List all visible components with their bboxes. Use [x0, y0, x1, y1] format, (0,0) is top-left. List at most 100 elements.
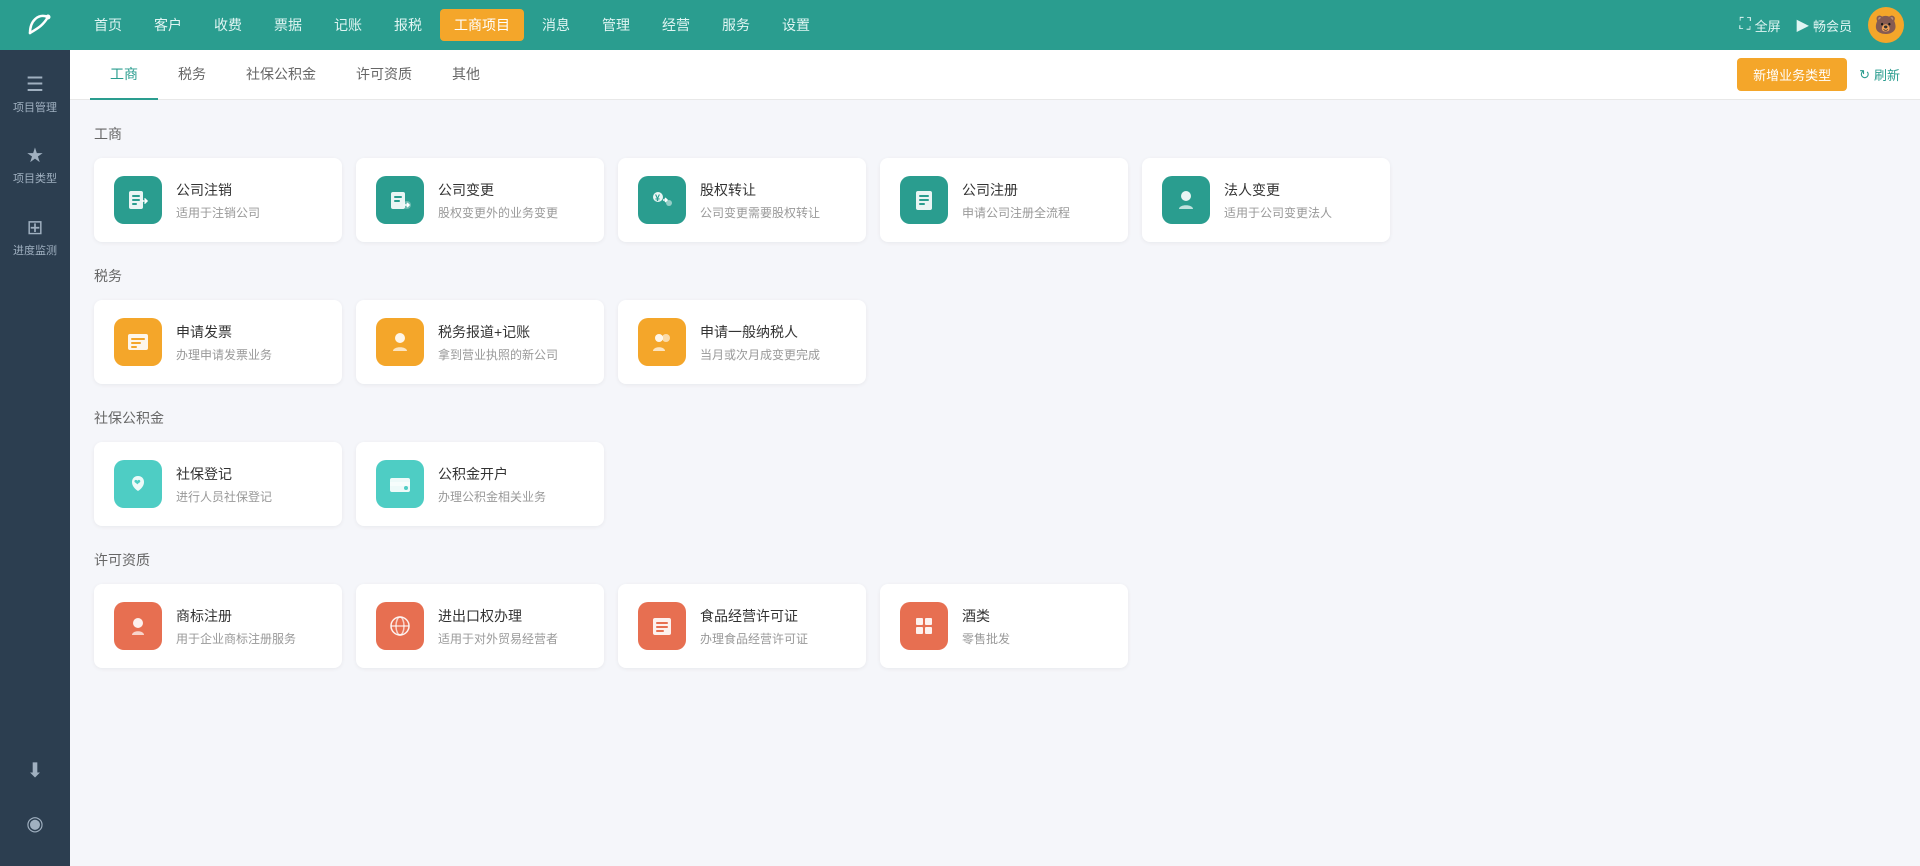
tab-other[interactable]: 其他	[432, 50, 500, 100]
tax-accounting-text: 税务报道+记账 拿到营业执照的新公司	[438, 322, 558, 363]
alcohol-text: 酒类 零售批发	[962, 606, 1010, 647]
invoice-apply-title: 申请发票	[176, 322, 272, 342]
tax-accounting-desc: 拿到营业执照的新公司	[438, 346, 558, 363]
nav-business[interactable]: 工商项目	[440, 9, 524, 41]
main-layout: ☰ 项目管理 ★ 项目类型 ⊞ 进度监测 ⬇ ◉ 工商 税务 社保公积金 许可资…	[0, 50, 1920, 866]
section-title-tax: 税务	[94, 266, 1896, 286]
trademark-title: 商标注册	[176, 606, 296, 626]
logo[interactable]	[16, 3, 60, 47]
tab-tax[interactable]: 税务	[158, 50, 226, 100]
company-change-title: 公司变更	[438, 180, 558, 200]
nav-invoice[interactable]: 票据	[260, 9, 316, 41]
company-change-text: 公司变更 股权变更外的业务变更	[438, 180, 558, 221]
nav-fee[interactable]: 收费	[200, 9, 256, 41]
card-invoice-apply[interactable]: 申请发票 办理申请发票业务	[94, 300, 342, 384]
fullscreen-button[interactable]: ⛶ 全屏	[1739, 16, 1780, 35]
company-cancel-icon	[114, 176, 162, 224]
nav-service[interactable]: 服务	[708, 9, 764, 41]
refresh-button[interactable]: ↻ 刷新	[1859, 65, 1900, 84]
add-type-button[interactable]: 新增业务类型	[1737, 58, 1847, 91]
vip-button[interactable]: ▶ 畅会员	[1797, 15, 1852, 35]
legal-person-change-desc: 适用于公司变更法人	[1224, 204, 1332, 221]
legal-person-change-icon	[1162, 176, 1210, 224]
vip-label: 畅会员	[1813, 16, 1852, 35]
nav-settings[interactable]: 设置	[768, 9, 824, 41]
card-general-taxpayer[interactable]: 申请一般纳税人 当月或次月成变更完成	[618, 300, 866, 384]
social-register-text: 社保登记 进行人员社保登记	[176, 464, 272, 505]
card-trademark[interactable]: 商标注册 用于企业商标注册服务	[94, 584, 342, 668]
food-license-title: 食品经营许可证	[700, 606, 808, 626]
section-qualification: 许可资质 商标注册 用于企业商标注册服务	[94, 550, 1896, 668]
general-taxpayer-icon	[638, 318, 686, 366]
refresh-icon: ↻	[1859, 67, 1870, 83]
nav-right: ⛶ 全屏 ▶ 畅会员 🐻	[1739, 7, 1904, 43]
nav-message[interactable]: 消息	[528, 9, 584, 41]
general-taxpayer-text: 申请一般纳税人 当月或次月成变更完成	[700, 322, 820, 363]
sidebar-item-project-type[interactable]: ★ 项目类型	[0, 129, 70, 200]
tab-qualification[interactable]: 许可资质	[336, 50, 432, 100]
sidebar-download[interactable]: ⬇	[0, 744, 70, 797]
top-navigation: 首页 客户 收费 票据 记账 报税 工商项目 消息 管理 经营 服务 设置 ⛶ …	[0, 0, 1920, 50]
sidebar-bottom: ⬇ ◉	[0, 744, 70, 866]
nav-customer[interactable]: 客户	[140, 9, 196, 41]
cards-grid-social: ❤ 社保登记 进行人员社保登记 公积金开户 办理公积金相关	[94, 442, 1896, 526]
card-fund-account[interactable]: 公积金开户 办理公积金相关业务	[356, 442, 604, 526]
tab-social-insurance[interactable]: 社保公积金	[226, 50, 336, 100]
alcohol-title: 酒类	[962, 606, 1010, 626]
company-register-desc: 申请公司注册全流程	[962, 204, 1070, 221]
legal-person-change-text: 法人变更 适用于公司变更法人	[1224, 180, 1332, 221]
company-cancel-title: 公司注销	[176, 180, 260, 200]
social-register-title: 社保登记	[176, 464, 272, 484]
social-register-desc: 进行人员社保登记	[176, 488, 272, 505]
alcohol-desc: 零售批发	[962, 630, 1010, 647]
fund-account-desc: 办理公积金相关业务	[438, 488, 546, 505]
equity-transfer-icon: ¥	[638, 176, 686, 224]
card-equity-transfer[interactable]: ¥ 股权转让 公司变更需要股权转让	[618, 158, 866, 242]
card-company-register[interactable]: 公司注册 申请公司注册全流程	[880, 158, 1128, 242]
equity-transfer-title: 股权转让	[700, 180, 820, 200]
import-export-icon	[376, 602, 424, 650]
invoice-apply-icon	[114, 318, 162, 366]
food-license-desc: 办理食品经营许可证	[700, 630, 808, 647]
company-register-text: 公司注册 申请公司注册全流程	[962, 180, 1070, 221]
nav-operation[interactable]: 经营	[648, 9, 704, 41]
nav-tax[interactable]: 报税	[380, 9, 436, 41]
sidebar-item-project-manage[interactable]: ☰ 项目管理	[0, 58, 70, 129]
cards-grid-tax: 申请发票 办理申请发票业务 税务报道+记账 拿到营业执照的新公司	[94, 300, 1896, 384]
fund-account-title: 公积金开户	[438, 464, 546, 484]
card-import-export[interactable]: 进出口权办理 适用于对外贸易经营者	[356, 584, 604, 668]
tab-bar: 工商 税务 社保公积金 许可资质 其他 新增业务类型 ↻ 刷新	[70, 50, 1920, 100]
card-legal-person-change[interactable]: 法人变更 适用于公司变更法人	[1142, 158, 1390, 242]
section-title-social-insurance: 社保公积金	[94, 408, 1896, 428]
card-company-change[interactable]: 公司变更 股权变更外的业务变更	[356, 158, 604, 242]
nav-manage[interactable]: 管理	[588, 9, 644, 41]
invoice-apply-text: 申请发票 办理申请发票业务	[176, 322, 272, 363]
import-export-text: 进出口权办理 适用于对外贸易经营者	[438, 606, 558, 647]
scroll-content: 工商 公司注销 适用于注销公司	[70, 100, 1920, 866]
progress-monitor-icon: ⊞	[27, 215, 44, 240]
fund-account-text: 公积金开户 办理公积金相关业务	[438, 464, 546, 505]
card-social-register[interactable]: ❤ 社保登记 进行人员社保登记	[94, 442, 342, 526]
card-alcohol[interactable]: 酒类 零售批发	[880, 584, 1128, 668]
sidebar-location[interactable]: ◉	[0, 797, 70, 850]
user-avatar[interactable]: 🐻	[1868, 7, 1904, 43]
food-license-text: 食品经营许可证 办理食品经营许可证	[700, 606, 808, 647]
card-tax-accounting[interactable]: 税务报道+记账 拿到营业执照的新公司	[356, 300, 604, 384]
nav-home[interactable]: 首页	[80, 9, 136, 41]
social-register-icon: ❤	[114, 460, 162, 508]
card-company-cancel[interactable]: 公司注销 适用于注销公司	[94, 158, 342, 242]
cards-grid-qualification: 商标注册 用于企业商标注册服务 进出口权办理 适用于对外贸易经营者	[94, 584, 1896, 668]
equity-transfer-text: 股权转让 公司变更需要股权转让	[700, 180, 820, 221]
svg-text:¥: ¥	[655, 193, 660, 203]
trademark-desc: 用于企业商标注册服务	[176, 630, 296, 647]
sidebar-label-project-type: 项目类型	[13, 172, 57, 186]
company-change-icon	[376, 176, 424, 224]
sidebar-label-progress-monitor: 进度监测	[13, 244, 57, 258]
tab-business[interactable]: 工商	[90, 50, 158, 100]
section-title-qualification: 许可资质	[94, 550, 1896, 570]
nav-accounting[interactable]: 记账	[320, 9, 376, 41]
company-cancel-desc: 适用于注销公司	[176, 204, 260, 221]
general-taxpayer-desc: 当月或次月成变更完成	[700, 346, 820, 363]
sidebar-item-progress-monitor[interactable]: ⊞ 进度监测	[0, 201, 70, 272]
card-food-license[interactable]: 食品经营许可证 办理食品经营许可证	[618, 584, 866, 668]
